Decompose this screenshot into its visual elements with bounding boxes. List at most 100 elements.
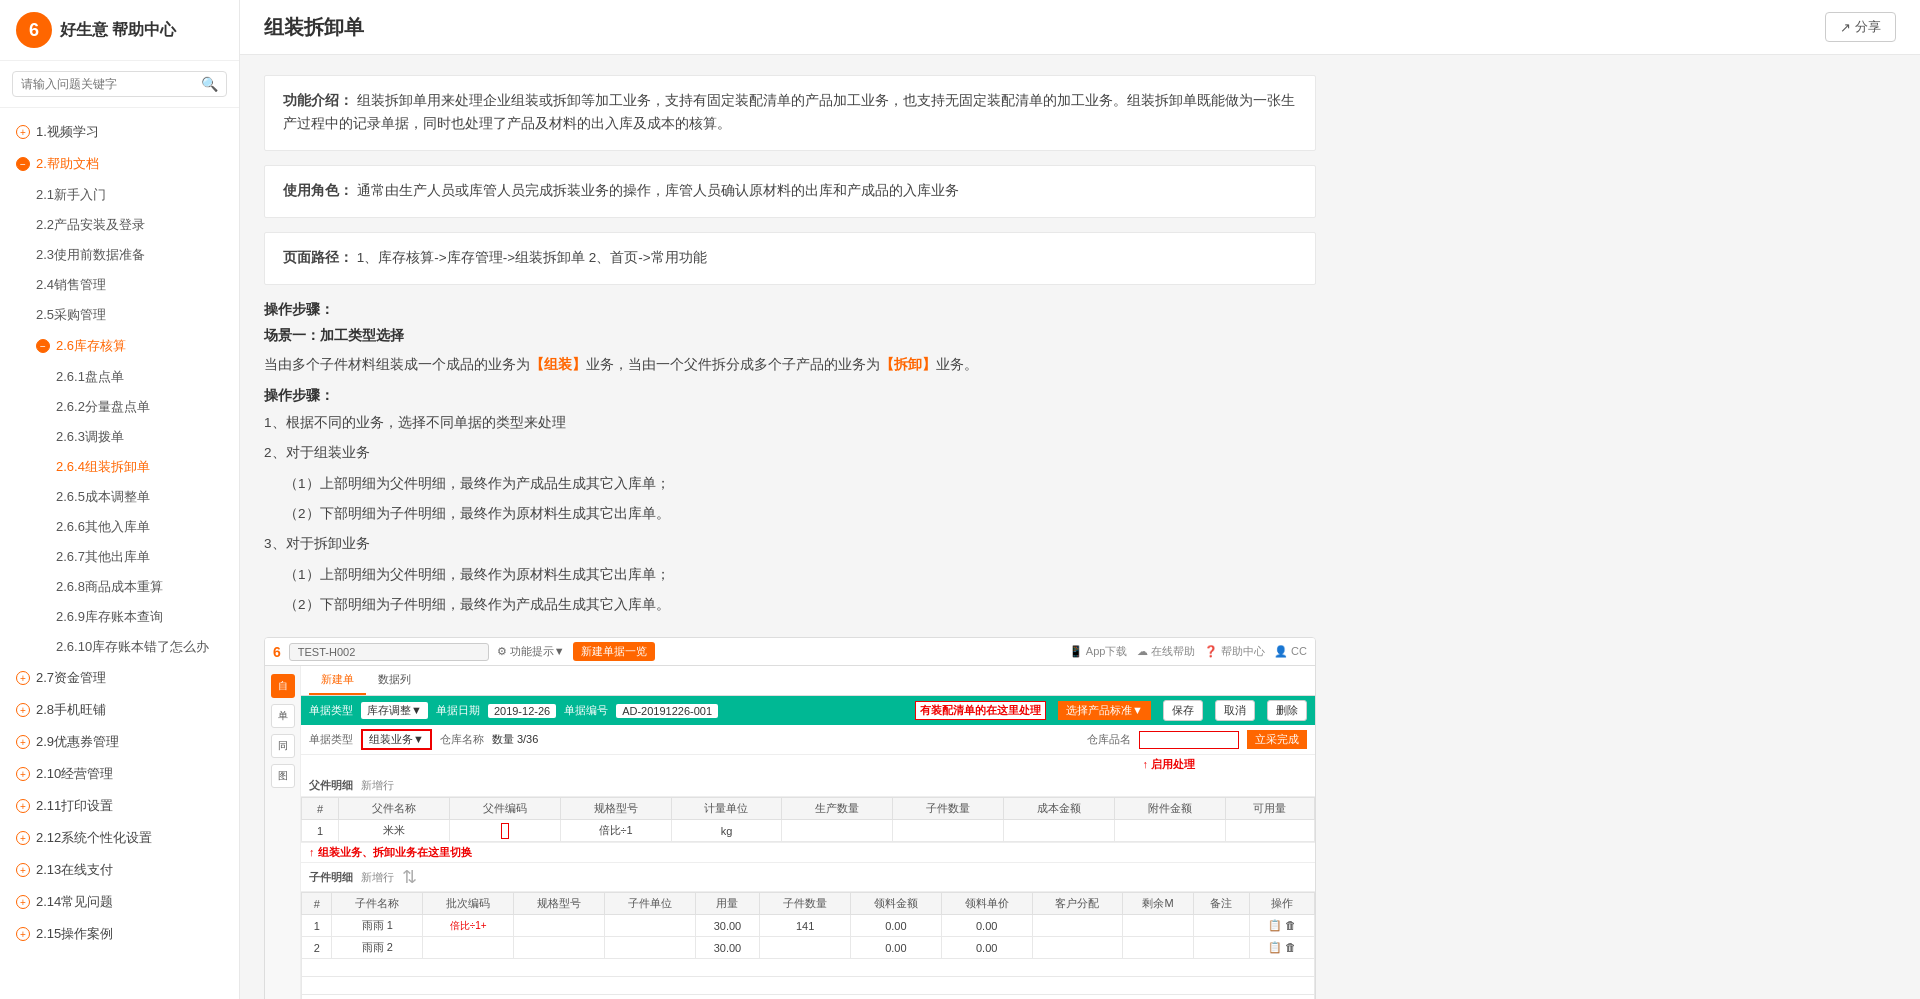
sidebar-item-28[interactable]: + 2.8手机旺铺 bbox=[0, 694, 239, 726]
step2-1: （1）上部明细为父件明细，最终作为产成品生成其它入库单； bbox=[264, 472, 1316, 496]
sidebar-item-269[interactable]: 2.6.9库存账本查询 bbox=[0, 602, 239, 632]
td-c1-pick-amt: 0.00 bbox=[851, 915, 942, 937]
nav-icon3: 同 bbox=[271, 734, 295, 758]
th-c-qty: 子件数量 bbox=[760, 893, 851, 915]
sidebar-item-210[interactable]: + 2.10经营管理 bbox=[0, 758, 239, 790]
form-label-2: 仓库名称 bbox=[440, 732, 484, 747]
annotated-val: 倍比÷1+ bbox=[450, 920, 487, 931]
td-cost-amt bbox=[1003, 820, 1114, 842]
section-child-label: 子件明细 bbox=[309, 870, 353, 885]
td-c2-name: 雨雨 2 bbox=[332, 937, 423, 959]
td-c2-remark bbox=[1193, 937, 1249, 959]
new-doc-btn[interactable]: 新建单据一览 bbox=[573, 642, 655, 661]
form-label-1: 单据类型 bbox=[309, 732, 353, 747]
sidebar-item-214[interactable]: + 2.14常见问题 bbox=[0, 886, 239, 918]
save-btn[interactable]: 保存 bbox=[1163, 700, 1203, 721]
annotated-input[interactable] bbox=[501, 823, 509, 839]
parent-table-row: 1 米米 倍比÷1 kg bbox=[302, 820, 1315, 842]
hb-type-value: 库存调整▼ bbox=[361, 702, 428, 719]
td-produce-qty bbox=[782, 820, 893, 842]
td-c2-spec bbox=[514, 937, 605, 959]
screenshot-form-area: 新建单 数据列 单据类型 库存调整▼ 单据日期 2019-12-26 单据编号 … bbox=[301, 666, 1315, 999]
expand-icon: + bbox=[16, 895, 30, 909]
th-cost-amt: 成本金额 bbox=[1003, 798, 1114, 820]
section-child-sub: 新增行 bbox=[361, 870, 394, 885]
page-title: 组装拆卸单 bbox=[264, 14, 364, 41]
ops-steps-sub-label: 操作步骤： bbox=[264, 387, 1316, 405]
sidebar-item-2610[interactable]: 2.6.10库存账本错了怎么办 bbox=[0, 632, 239, 662]
process-btn[interactable]: 立采完成 bbox=[1247, 730, 1307, 749]
delete-btn[interactable]: 删除 bbox=[1267, 700, 1307, 721]
sidebar-item-label: 2.10经营管理 bbox=[36, 765, 113, 783]
share-button[interactable]: ↗ 分享 bbox=[1825, 12, 1896, 42]
screenshot-parent-table: # 父件名称 父件编码 规格型号 计量单位 生产数量 子件数量 成本金额 附件金 bbox=[301, 797, 1315, 842]
expand-icon: + bbox=[16, 831, 30, 845]
hb-date-value: 2019-12-26 bbox=[488, 704, 556, 718]
sidebar-item-264[interactable]: 2.6.4组装拆卸单 bbox=[0, 452, 239, 482]
sidebar-item-268[interactable]: 2.6.8商品成本重算 bbox=[0, 572, 239, 602]
sidebar-item-265[interactable]: 2.6.5成本调整单 bbox=[0, 482, 239, 512]
td-c1-name: 雨雨 1 bbox=[332, 915, 423, 937]
sidebar-item-22[interactable]: 2.2产品安装及登录 bbox=[0, 210, 239, 240]
role-label: 使用角色： bbox=[283, 183, 353, 198]
sidebar-item-docs[interactable]: − 2.帮助文档 bbox=[0, 148, 239, 180]
expand-icon: + bbox=[16, 767, 30, 781]
main-content: 组装拆卸单 ↗ 分享 功能介绍： 组装拆卸单用来处理企业组装或拆卸等加工业务，支… bbox=[240, 0, 1920, 999]
sidebar-item-29[interactable]: + 2.9优惠券管理 bbox=[0, 726, 239, 758]
child-row-4 bbox=[302, 977, 1315, 995]
sidebar-item-23[interactable]: 2.3使用前数据准备 bbox=[0, 240, 239, 270]
tab-new[interactable]: 新建单 bbox=[309, 666, 366, 695]
expand-icon: + bbox=[16, 703, 30, 717]
sidebar-item-212[interactable]: + 2.12系统个性化设置 bbox=[0, 822, 239, 854]
sidebar-item-label: 1.视频学习 bbox=[36, 123, 99, 141]
child-row-3 bbox=[302, 959, 1315, 977]
td-spec: 倍比÷1 bbox=[560, 820, 671, 842]
sidebar-item-261[interactable]: 2.6.1盘点单 bbox=[0, 362, 239, 392]
th-seq: # bbox=[302, 798, 339, 820]
child-row-5 bbox=[302, 995, 1315, 999]
logo-small: 6 bbox=[273, 644, 281, 660]
td-c2-seq: 2 bbox=[302, 937, 332, 959]
sidebar-item-267[interactable]: 2.6.7其他出库单 bbox=[0, 542, 239, 572]
search-input[interactable] bbox=[21, 77, 201, 91]
td-c2-unit bbox=[604, 937, 695, 959]
sidebar-item-24[interactable]: 2.4销售管理 bbox=[0, 270, 239, 300]
func-intro-text: 组装拆卸单用来处理企业组装或拆卸等加工业务，支持有固定装配清单的产品加工业务，也… bbox=[283, 93, 1295, 131]
step3-2: （2）下部明细为子件明细，最终作为产成品生成其它入库单。 bbox=[264, 593, 1316, 617]
sidebar-item-label: 2.7资金管理 bbox=[36, 669, 106, 687]
td-unit: kg bbox=[671, 820, 782, 842]
sidebar-item-215[interactable]: + 2.15操作案例 bbox=[0, 918, 239, 950]
sidebar-item-263[interactable]: 2.6.3调拨单 bbox=[0, 422, 239, 452]
sidebar-item-213[interactable]: + 2.13在线支付 bbox=[0, 854, 239, 886]
expand-icon: + bbox=[16, 863, 30, 877]
ops-heading: 操作步骤： bbox=[264, 301, 1316, 319]
hb-date-label: 单据日期 bbox=[436, 703, 480, 718]
expand-icon: + bbox=[16, 671, 30, 685]
sidebar-item-211[interactable]: + 2.11打印设置 bbox=[0, 790, 239, 822]
warehouse-input[interactable] bbox=[1139, 731, 1239, 749]
sidebar-item-25[interactable]: 2.5采购管理 bbox=[0, 300, 239, 330]
expand-icon2[interactable]: ⇅ bbox=[402, 866, 417, 888]
tab-list[interactable]: 数据列 bbox=[366, 666, 423, 695]
sidebar-item-26[interactable]: − 2.6库存核算 bbox=[0, 330, 239, 362]
td-c1-use: 30.00 bbox=[695, 915, 760, 937]
cancel-btn[interactable]: 取消 bbox=[1215, 700, 1255, 721]
screenshot-container: 6 TEST-H002 ⚙ 功能提示▼ 新建单据一览 📱 App下载 ☁ 在线帮… bbox=[264, 637, 1316, 999]
sidebar-item-266[interactable]: 2.6.6其他入库单 bbox=[0, 512, 239, 542]
screenshot-child-table: # 子件名称 批次编码 规格型号 子件单位 用量 子件数量 领料金额 领料单价 bbox=[301, 892, 1315, 999]
select-product-btn[interactable]: 选择产品标准▼ bbox=[1058, 701, 1151, 720]
sidebar-item-video[interactable]: + 1.视频学习 bbox=[0, 116, 239, 148]
doc-type-switcher[interactable]: 组装业务▼ bbox=[361, 729, 432, 750]
collapse-icon: − bbox=[16, 157, 30, 171]
sidebar-item-27[interactable]: + 2.7资金管理 bbox=[0, 662, 239, 694]
sidebar-item-262[interactable]: 2.6.2分量盘点单 bbox=[0, 392, 239, 422]
search-icon[interactable]: 🔍 bbox=[201, 76, 218, 92]
nav-icon4: 图 bbox=[271, 764, 295, 788]
td-c2-pick-price: 0.00 bbox=[941, 937, 1032, 959]
sidebar-item-21[interactable]: 2.1新手入门 bbox=[0, 180, 239, 210]
th-c-unit: 子件单位 bbox=[604, 893, 695, 915]
search-box[interactable]: 🔍 bbox=[12, 71, 227, 97]
screenshot-topbar: 6 TEST-H002 ⚙ 功能提示▼ 新建单据一览 📱 App下载 ☁ 在线帮… bbox=[265, 638, 1315, 666]
th-c-cust: 客户分配 bbox=[1032, 893, 1123, 915]
section-child-header: 子件明细 新增行 ⇅ bbox=[301, 863, 1315, 892]
